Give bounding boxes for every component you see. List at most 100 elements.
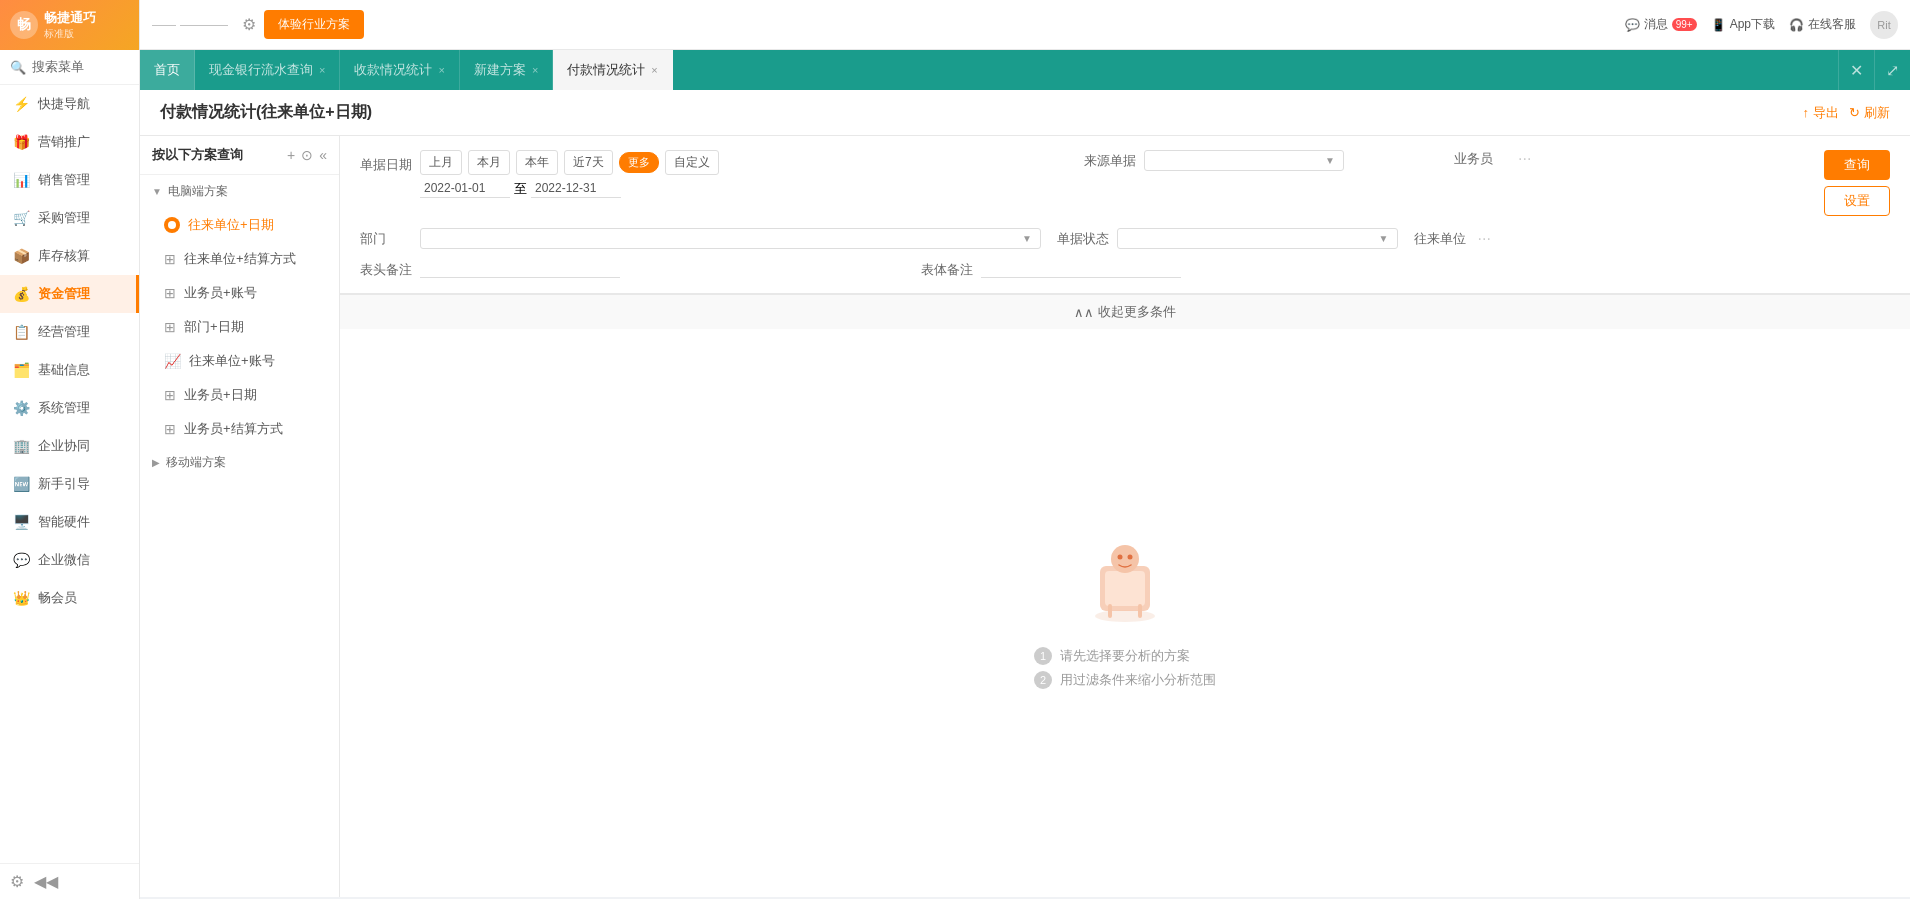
online-service-action[interactable]: 🎧 在线客服: [1789, 16, 1856, 33]
staff-label: 业务员: [1454, 150, 1506, 168]
scheme-collapse-btn[interactable]: «: [319, 147, 327, 163]
filter-settings-btn[interactable]: 设置: [1824, 186, 1890, 216]
export-btn[interactable]: ↑ 导出: [1803, 104, 1840, 122]
scheme-item-staff-account[interactable]: ⊞ 业务员+账号: [140, 276, 339, 310]
tab-new-scheme-close[interactable]: ×: [532, 64, 538, 76]
date-start-input[interactable]: [420, 179, 510, 198]
sidebar-item-wechat[interactable]: 💬 企业微信: [0, 541, 139, 579]
collapse-conditions-btn[interactable]: ∧∧ 收起更多条件: [1074, 303, 1176, 321]
sidebar-item-operations[interactable]: 📋 经营管理: [0, 313, 139, 351]
dept-label: 部门: [360, 230, 412, 248]
collapse-sidebar-icon[interactable]: ◀◀: [34, 872, 58, 891]
date-btn-last-month[interactable]: 上月: [420, 150, 462, 175]
sidebar-item-label-hardware: 智能硬件: [38, 513, 90, 531]
sidebar-item-hardware[interactable]: 🖥️ 智能硬件: [0, 503, 139, 541]
user-avatar[interactable]: Rit: [1870, 11, 1898, 39]
sidebar-item-enterprise[interactable]: 🏢 企业协同: [0, 427, 139, 465]
scheme-group-mobile-header[interactable]: ▶ 移动端方案: [140, 446, 339, 479]
sidebar-item-purchase[interactable]: 🛒 采购管理: [0, 199, 139, 237]
tab-new-scheme-label: 新建方案: [474, 61, 526, 79]
tab-receivable-close[interactable]: ×: [438, 64, 444, 76]
tab-home-label: 首页: [154, 61, 180, 79]
online-service-label: 在线客服: [1808, 16, 1856, 33]
scheme-item-staff-date[interactable]: ⊞ 业务员+日期: [140, 378, 339, 412]
sidebar-item-inventory[interactable]: 📦 库存核算: [0, 237, 139, 275]
filter-docstatus-group: 单据状态 ▼: [1057, 228, 1398, 249]
tab-new-scheme[interactable]: 新建方案 ×: [460, 50, 553, 90]
filter-unit-group: 往来单位 ···: [1414, 230, 1755, 248]
unit-dots[interactable]: ···: [1474, 230, 1495, 248]
expand-tabs-btn[interactable]: ⤢: [1874, 50, 1910, 90]
collapse-up-icon: ∧∧: [1074, 305, 1094, 320]
filter-row-3: 表头备注 表体备注: [360, 261, 1890, 279]
scheme-settings-icon[interactable]: ⊙: [301, 147, 313, 163]
sidebar-item-guide[interactable]: 🆕 新手引导: [0, 465, 139, 503]
tab-payment[interactable]: 付款情况统计 ×: [553, 50, 672, 90]
date-btn-this-month[interactable]: 本月: [468, 150, 510, 175]
notif-badge: 99+: [1672, 18, 1697, 31]
scheme-table-icon-5: ⊞: [164, 421, 176, 437]
sidebar-item-finance[interactable]: 💰 资金管理: [0, 275, 139, 313]
message-action[interactable]: 💬 消息 99+: [1625, 16, 1697, 33]
date-btn-this-year[interactable]: 本年: [516, 150, 558, 175]
tab-home[interactable]: 首页: [140, 50, 195, 90]
tab-cashflow-close[interactable]: ×: [319, 64, 325, 76]
download-icon: 📱: [1711, 18, 1726, 32]
finance-icon: 💰: [12, 285, 30, 303]
scheme-item-unit-date[interactable]: 往来单位+日期: [140, 208, 339, 242]
scheme-item-unit-settle[interactable]: ⊞ 往来单位+结算方式: [140, 242, 339, 276]
sidebar-bottom: ⚙ ◀◀: [0, 863, 139, 899]
query-btn[interactable]: 查询: [1824, 150, 1890, 180]
sidebar-search[interactable]: 🔍 搜索菜单: [0, 50, 139, 85]
purchase-icon: 🛒: [12, 209, 30, 227]
enterprise-icon: 🏢: [12, 437, 30, 455]
sidebar-item-basic[interactable]: 🗂️ 基础信息: [0, 351, 139, 389]
inventory-icon: 📦: [12, 247, 30, 265]
tab-cashflow[interactable]: 现金银行流水查询 ×: [195, 50, 340, 90]
sidebar-item-sales[interactable]: 📊 销售管理: [0, 161, 139, 199]
date-btn-7days[interactable]: 近7天: [564, 150, 613, 175]
body-note-input[interactable]: [981, 262, 1181, 278]
tab-receivable[interactable]: 收款情况统计 ×: [340, 50, 459, 90]
sidebar-item-label-sales: 销售管理: [38, 171, 90, 189]
quicknav-icon: ⚡: [12, 95, 30, 113]
date-label: 单据日期: [360, 150, 412, 174]
scheme-item-staff-settle[interactable]: ⊞ 业务员+结算方式: [140, 412, 339, 446]
avatar-text: Rit: [1877, 19, 1890, 31]
tabbar-buttons: ✕ ⤢: [1838, 50, 1910, 90]
export-icon: ↑: [1803, 105, 1810, 120]
header-note-input[interactable]: [420, 262, 620, 278]
scheme-group-desktop-header[interactable]: ▼ 电脑端方案: [140, 175, 339, 208]
scheme-item-unit-account[interactable]: 📈 往来单位+账号: [140, 344, 339, 378]
date-options: 上月 本月 本年 近7天 更多 自定义: [420, 150, 719, 175]
dept-select[interactable]: ▼: [420, 228, 1041, 249]
sidebar-item-quicknav[interactable]: ⚡ 快捷导航: [0, 85, 139, 123]
doc-status-select[interactable]: ▼: [1117, 228, 1398, 249]
collapse-conditions-label: 收起更多条件: [1098, 303, 1176, 321]
system-icon: ⚙️: [12, 399, 30, 417]
close-all-tabs-btn[interactable]: ✕: [1838, 50, 1874, 90]
scheme-group-mobile: ▶ 移动端方案: [140, 446, 339, 479]
staff-dots[interactable]: ···: [1514, 150, 1535, 168]
empty-state: 1 请先选择要分析的方案 2 用过滤条件来缩小分析范围: [340, 329, 1910, 897]
export-label: 导出: [1813, 104, 1839, 122]
refresh-btn[interactable]: ↻ 刷新: [1849, 104, 1890, 122]
topbar-settings-icon[interactable]: ⚙: [242, 15, 256, 34]
scheme-item-dept-date[interactable]: ⊞ 部门+日期: [140, 310, 339, 344]
sidebar-item-marketing[interactable]: 🎁 营销推广: [0, 123, 139, 161]
date-end-input[interactable]: [531, 179, 621, 198]
sidebar-item-system[interactable]: ⚙️ 系统管理: [0, 389, 139, 427]
settings-bottom-icon[interactable]: ⚙: [10, 872, 24, 891]
sidebar-item-label-inventory: 库存核算: [38, 247, 90, 265]
date-btn-custom[interactable]: 自定义: [665, 150, 719, 175]
wechat-icon: 💬: [12, 551, 30, 569]
page-title: 付款情况统计(往来单位+日期): [160, 102, 372, 123]
svg-point-0: [1095, 610, 1155, 622]
tab-payment-close[interactable]: ×: [651, 64, 657, 76]
scheme-add-icon[interactable]: +: [287, 147, 295, 163]
app-download-action[interactable]: 📱 App下载: [1711, 16, 1775, 33]
trial-btn[interactable]: 体验行业方案: [264, 10, 364, 39]
source-select[interactable]: ▼: [1144, 150, 1344, 171]
sidebar-item-member[interactable]: 👑 畅会员: [0, 579, 139, 617]
date-btn-more[interactable]: 更多: [619, 152, 659, 173]
